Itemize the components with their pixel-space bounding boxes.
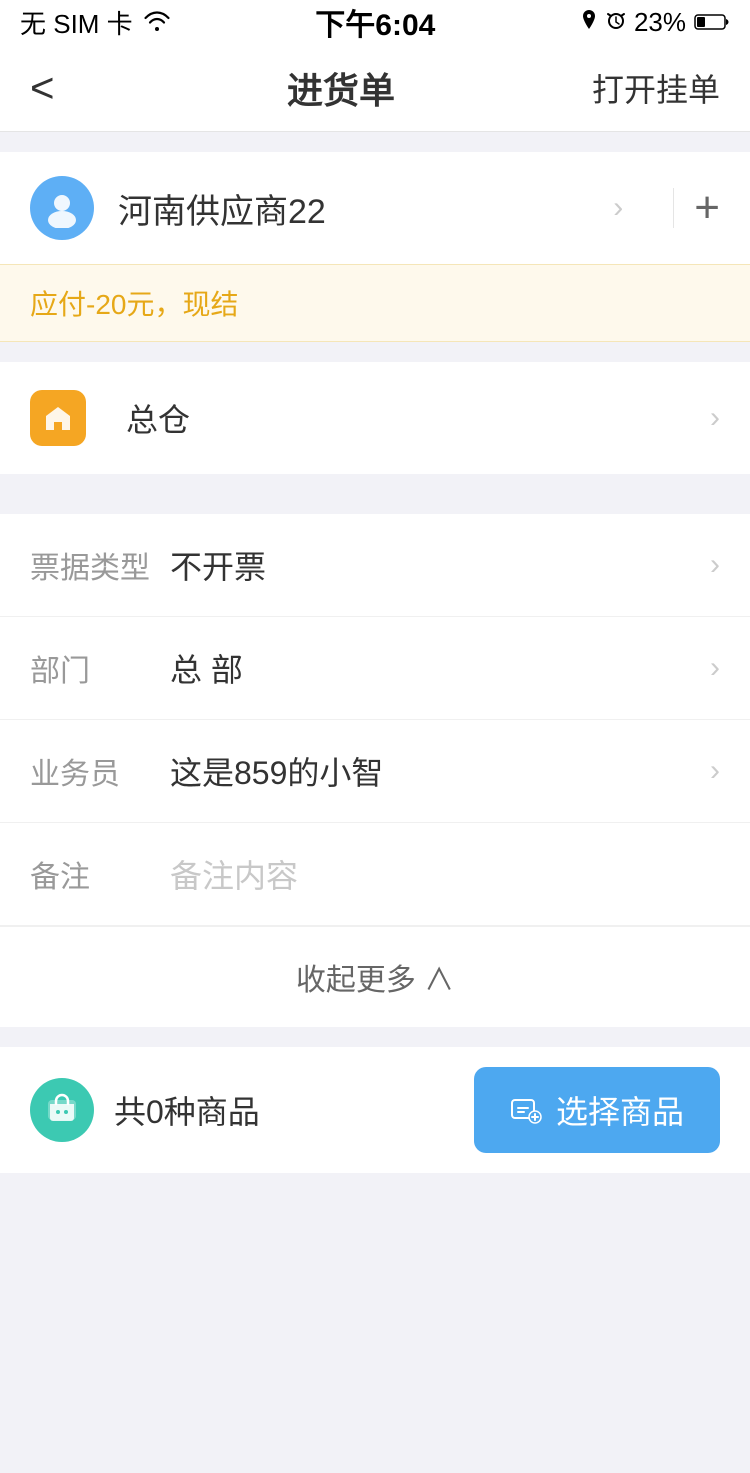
notice-bar: 应付-20元，现结 [0, 264, 750, 342]
add-button[interactable]: + [694, 186, 720, 230]
remark-row[interactable]: 备注 备注内容 [0, 823, 750, 926]
open-pending-button[interactable]: 打开挂单 [592, 65, 720, 111]
product-count-area: 共0种商品 [30, 1078, 260, 1142]
product-count-text: 共0种商品 [114, 1087, 260, 1133]
department-value: 总 部 [150, 645, 710, 691]
department-row[interactable]: 部门 总 部 › [0, 617, 750, 720]
nav-bar: < 进货单 打开挂单 [0, 44, 750, 132]
supplier-section: 河南供应商22 › + 应付-20元，现结 [0, 152, 750, 342]
form-section: 票据类型 不开票 › 部门 总 部 › 业务员 这是859的小智 › 备注 备注… [0, 514, 750, 1027]
invoice-type-chevron-icon: › [710, 548, 720, 582]
select-product-icon [510, 1094, 542, 1126]
status-bar: 无 SIM 卡 下午6:04 23% [0, 0, 750, 44]
remark-label: 备注 [30, 852, 150, 896]
section-divider-2 [0, 342, 750, 362]
warehouse-section: 总仓 › [0, 362, 750, 474]
warehouse-name: 总仓 [106, 395, 710, 441]
battery-icon [694, 7, 730, 38]
salesperson-row[interactable]: 业务员 这是859的小智 › [0, 720, 750, 823]
battery-text: 23% [634, 7, 686, 38]
select-product-button[interactable]: 选择商品 [474, 1067, 720, 1153]
back-button[interactable]: < [30, 64, 90, 112]
status-left: 无 SIM 卡 [20, 4, 171, 41]
invoice-type-row[interactable]: 票据类型 不开票 › [0, 514, 750, 617]
salesperson-chevron-icon: › [710, 754, 720, 788]
section-divider-1 [0, 132, 750, 152]
warehouse-chevron-icon: › [710, 401, 720, 435]
product-cart-icon [30, 1078, 94, 1142]
invoice-type-value: 不开票 [150, 542, 710, 588]
collapse-label: 收起更多 ∧ [296, 955, 454, 999]
supplier-avatar [30, 176, 94, 240]
wifi-icon [143, 7, 171, 38]
salesperson-label: 业务员 [30, 749, 150, 793]
remark-input[interactable]: 备注内容 [150, 851, 720, 897]
department-chevron-icon: › [710, 651, 720, 685]
warehouse-icon [30, 390, 86, 446]
select-product-label: 选择商品 [556, 1087, 684, 1133]
bottom-gray-area [0, 1173, 750, 1473]
warehouse-row[interactable]: 总仓 › [0, 362, 750, 474]
supplier-name: 河南供应商22 [118, 184, 613, 233]
section-divider-3 [0, 474, 750, 494]
supplier-chevron-icon: › [613, 191, 623, 225]
status-time: 下午6:04 [315, 0, 435, 44]
bottom-bar: 共0种商品 选择商品 [0, 1047, 750, 1173]
carrier-text: 无 SIM 卡 [20, 4, 133, 41]
status-right: 23% [580, 7, 730, 38]
notice-text: 应付-20元，现结 [30, 289, 238, 320]
alarm-icon [606, 7, 626, 38]
invoice-type-label: 票据类型 [30, 543, 150, 587]
department-label: 部门 [30, 646, 150, 690]
salesperson-value: 这是859的小智 [150, 748, 710, 794]
page-title: 进货单 [287, 62, 395, 114]
supplier-row[interactable]: 河南供应商22 › + [0, 152, 750, 264]
supplier-divider [673, 188, 674, 228]
location-icon [580, 7, 598, 38]
collapse-button[interactable]: 收起更多 ∧ [0, 926, 750, 1027]
